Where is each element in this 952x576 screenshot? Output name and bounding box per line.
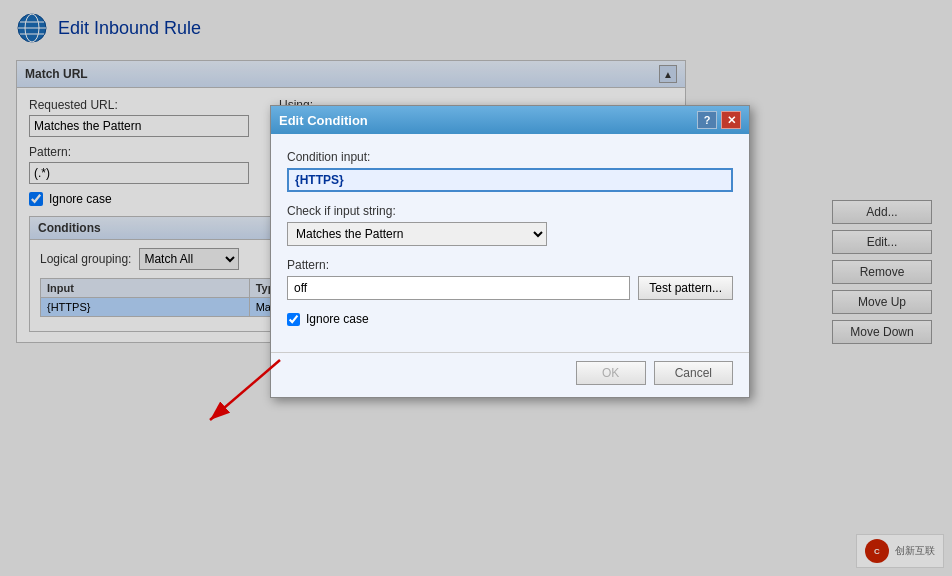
edit-condition-dialog: Edit Condition ? ✕ Condition input: Chec… xyxy=(270,105,750,398)
modal-title: Edit Condition xyxy=(279,113,368,128)
modal-title-buttons: ? ✕ xyxy=(697,111,741,129)
help-button[interactable]: ? xyxy=(697,111,717,129)
check-if-label: Check if input string: xyxy=(287,204,733,218)
main-window: Edit Inbound Rule Match URL ▲ Requested … xyxy=(0,0,952,576)
condition-input-group: Condition input: xyxy=(287,150,733,192)
close-button[interactable]: ✕ xyxy=(721,111,741,129)
modal-pattern-input[interactable] xyxy=(287,276,630,300)
test-pattern-button[interactable]: Test pattern... xyxy=(638,276,733,300)
modal-pattern-label: Pattern: xyxy=(287,258,733,272)
check-if-select[interactable]: Matches the Pattern Does Not Match the P… xyxy=(287,222,547,246)
condition-input-label: Condition input: xyxy=(287,150,733,164)
ok-button[interactable]: OK xyxy=(576,361,646,385)
modal-body: Condition input: Check if input string: … xyxy=(271,134,749,352)
modal-pattern-group: Pattern: Test pattern... xyxy=(287,258,733,300)
check-if-group: Check if input string: Matches the Patte… xyxy=(287,204,733,246)
modal-pattern-row: Test pattern... xyxy=(287,276,733,300)
modal-footer: OK Cancel xyxy=(271,352,749,397)
condition-input-field[interactable] xyxy=(287,168,733,192)
modal-ignore-case-label: Ignore case xyxy=(306,312,369,326)
modal-ignore-case-row: Ignore case xyxy=(287,312,733,326)
modal-ignore-case-checkbox[interactable] xyxy=(287,313,300,326)
modal-titlebar: Edit Condition ? ✕ xyxy=(271,106,749,134)
cancel-button[interactable]: Cancel xyxy=(654,361,733,385)
